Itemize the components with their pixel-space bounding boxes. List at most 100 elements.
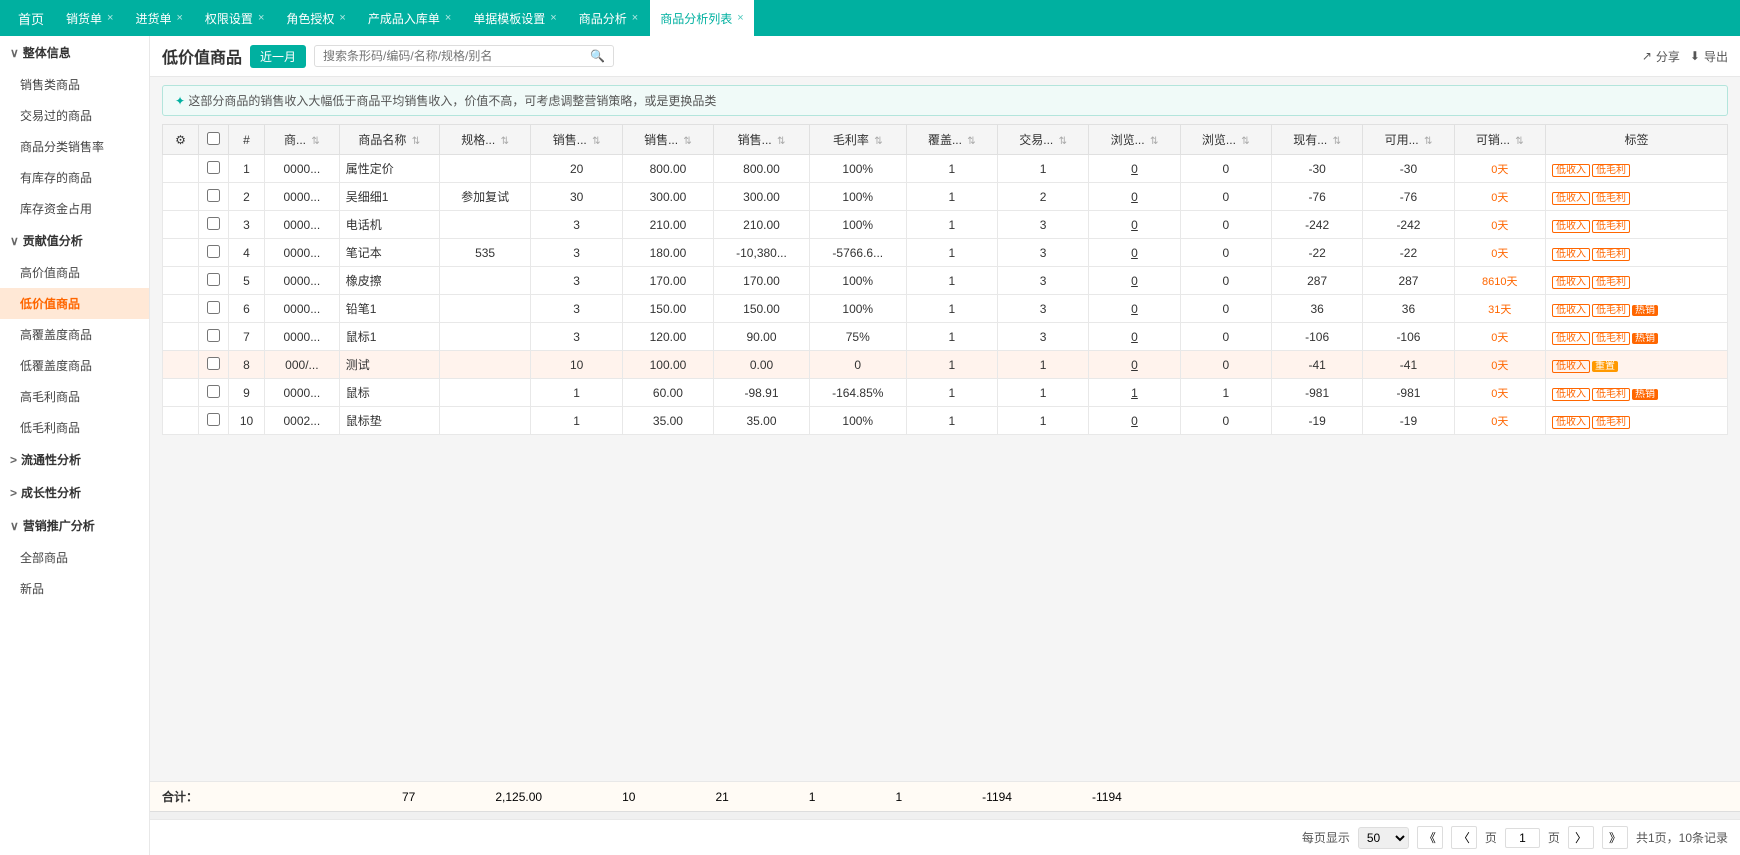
sidebar-item-traded-products[interactable]: 交易过的商品 — [0, 100, 149, 131]
col-stock1[interactable]: 现有... ⇅ — [1271, 125, 1362, 155]
row-views1[interactable]: 0 — [1089, 183, 1180, 211]
row-checkbox[interactable] — [207, 301, 220, 314]
close-icon[interactable]: × — [176, 12, 182, 24]
views-link[interactable]: 0 — [1131, 414, 1138, 428]
sort-icon[interactable]: ⇅ — [967, 136, 975, 147]
row-views1[interactable]: 0 — [1089, 295, 1180, 323]
row-views1[interactable]: 0 — [1089, 211, 1180, 239]
col-code[interactable]: 商... ⇅ — [265, 125, 340, 155]
col-views1[interactable]: 浏览... ⇅ — [1089, 125, 1180, 155]
row-views1[interactable]: 0 — [1089, 351, 1180, 379]
col-stock2[interactable]: 可用... ⇅ — [1363, 125, 1454, 155]
sort-icon[interactable]: ⇅ — [501, 136, 509, 147]
close-icon[interactable]: × — [550, 12, 556, 24]
page-size-select[interactable]: 50 100 200 — [1358, 827, 1409, 849]
row-checkbox-cell[interactable] — [199, 407, 229, 435]
row-views1[interactable]: 0 — [1089, 267, 1180, 295]
col-transactions[interactable]: 交易... ⇅ — [997, 125, 1088, 155]
row-checkbox-cell[interactable] — [199, 323, 229, 351]
col-gross-rate[interactable]: 毛利率 ⇅ — [809, 125, 906, 155]
col-coverage[interactable]: 覆盖... ⇅ — [906, 125, 997, 155]
sort-icon[interactable]: ⇅ — [412, 136, 420, 147]
scrollbar[interactable] — [150, 811, 1740, 819]
col-sales-price[interactable]: 销售... ⇅ — [622, 125, 713, 155]
sidebar-item-stock-products[interactable]: 有库存的商品 — [0, 162, 149, 193]
first-page-button[interactable]: 《 — [1417, 826, 1443, 849]
select-all-checkbox[interactable] — [207, 132, 220, 145]
views-link[interactable]: 0 — [1131, 162, 1138, 176]
close-icon[interactable]: × — [258, 12, 264, 24]
nav-product-analysis-list[interactable]: 商品分析列表 × — [650, 0, 753, 36]
row-checkbox-cell[interactable] — [199, 351, 229, 379]
row-checkbox-cell[interactable] — [199, 267, 229, 295]
nav-roles[interactable]: 角色授权 × — [276, 0, 355, 36]
row-checkbox-cell[interactable] — [199, 211, 229, 239]
close-icon[interactable]: × — [107, 12, 113, 24]
row-views1[interactable]: 1 — [1089, 379, 1180, 407]
sidebar-group-marketing[interactable]: ∨ 营销推广分析 — [0, 509, 149, 542]
views-link[interactable]: 0 — [1131, 274, 1138, 288]
row-checkbox-cell[interactable] — [199, 183, 229, 211]
views-link[interactable]: 0 — [1131, 302, 1138, 316]
row-checkbox[interactable] — [207, 161, 220, 174]
sidebar-group-growth[interactable]: > 成长性分析 — [0, 476, 149, 509]
sort-icon[interactable]: ⇅ — [874, 136, 882, 147]
sidebar-item-high-coverage[interactable]: 高覆盖度商品 — [0, 319, 149, 350]
sidebar-item-low-value[interactable]: 低价值商品 — [0, 288, 149, 319]
row-checkbox[interactable] — [207, 273, 220, 286]
sidebar-item-all-products[interactable]: 全部商品 — [0, 542, 149, 573]
row-views1[interactable]: 0 — [1089, 155, 1180, 183]
row-views1[interactable]: 0 — [1089, 407, 1180, 435]
prev-page-button[interactable]: 〈 — [1451, 826, 1477, 849]
sort-icon[interactable]: ⇅ — [1424, 136, 1432, 147]
row-checkbox[interactable] — [207, 217, 220, 230]
views-link[interactable]: 0 — [1131, 218, 1138, 232]
views-link[interactable]: 0 — [1131, 190, 1138, 204]
nav-permissions[interactable]: 权限设置 × — [195, 0, 274, 36]
col-sales-qty[interactable]: 销售... ⇅ — [531, 125, 622, 155]
filter-recent-month-button[interactable]: 近一月 — [250, 45, 306, 68]
col-sellable[interactable]: 可销... ⇅ — [1454, 125, 1545, 155]
sort-icon[interactable]: ⇅ — [1333, 136, 1341, 147]
close-icon[interactable]: × — [339, 12, 345, 24]
col-name[interactable]: 商品名称 ⇅ — [339, 125, 439, 155]
sort-icon[interactable]: ⇅ — [311, 136, 319, 147]
nav-home[interactable]: 首页 — [8, 0, 54, 36]
last-page-button[interactable]: 》 — [1602, 826, 1628, 849]
row-checkbox-cell[interactable] — [199, 155, 229, 183]
close-icon[interactable]: × — [737, 12, 743, 24]
row-checkbox[interactable] — [207, 329, 220, 342]
sort-icon[interactable]: ⇅ — [592, 136, 600, 147]
col-check[interactable] — [199, 125, 229, 155]
sidebar-item-high-profit[interactable]: 高毛利商品 — [0, 381, 149, 412]
col-views2[interactable]: 浏览... ⇅ — [1180, 125, 1271, 155]
nav-product-analysis[interactable]: 商品分析 × — [569, 0, 648, 36]
search-icon[interactable]: 🔍 — [590, 49, 605, 63]
export-button[interactable]: ⬇ 导出 — [1690, 48, 1728, 65]
close-icon[interactable]: × — [632, 12, 638, 24]
sidebar-item-low-coverage[interactable]: 低覆盖度商品 — [0, 350, 149, 381]
nav-template[interactable]: 单据模板设置 × — [463, 0, 566, 36]
sort-icon[interactable]: ⇅ — [1241, 136, 1249, 147]
views-link[interactable]: 0 — [1131, 330, 1138, 344]
sidebar-item-category-rate[interactable]: 商品分类销售率 — [0, 131, 149, 162]
nav-product-in[interactable]: 产成品入库单 × — [358, 0, 461, 36]
sort-icon[interactable]: ⇅ — [1059, 136, 1067, 147]
sidebar-item-sales-products[interactable]: 销售类商品 — [0, 69, 149, 100]
row-checkbox[interactable] — [207, 245, 220, 258]
share-button[interactable]: ↗ 分享 — [1642, 48, 1680, 65]
sidebar-item-stock-fund[interactable]: 库存资金占用 — [0, 193, 149, 224]
row-views1[interactable]: 0 — [1089, 323, 1180, 351]
sidebar-group-overall[interactable]: ∨ 整体信息 — [0, 36, 149, 69]
sort-icon[interactable]: ⇅ — [777, 136, 785, 147]
close-icon[interactable]: × — [445, 12, 451, 24]
row-views1[interactable]: 0 — [1089, 239, 1180, 267]
nav-purchase[interactable]: 进货单 × — [125, 0, 192, 36]
nav-sales[interactable]: 销货单 × — [56, 0, 123, 36]
page-number-input[interactable] — [1505, 828, 1540, 848]
table-wrapper[interactable]: ⚙ # 商... ⇅ 商品名称 ⇅ — [150, 116, 1740, 781]
row-checkbox[interactable] — [207, 385, 220, 398]
sort-icon[interactable]: ⇅ — [683, 136, 691, 147]
next-page-button[interactable]: 〉 — [1568, 826, 1594, 849]
col-setting[interactable]: ⚙ — [163, 125, 199, 155]
